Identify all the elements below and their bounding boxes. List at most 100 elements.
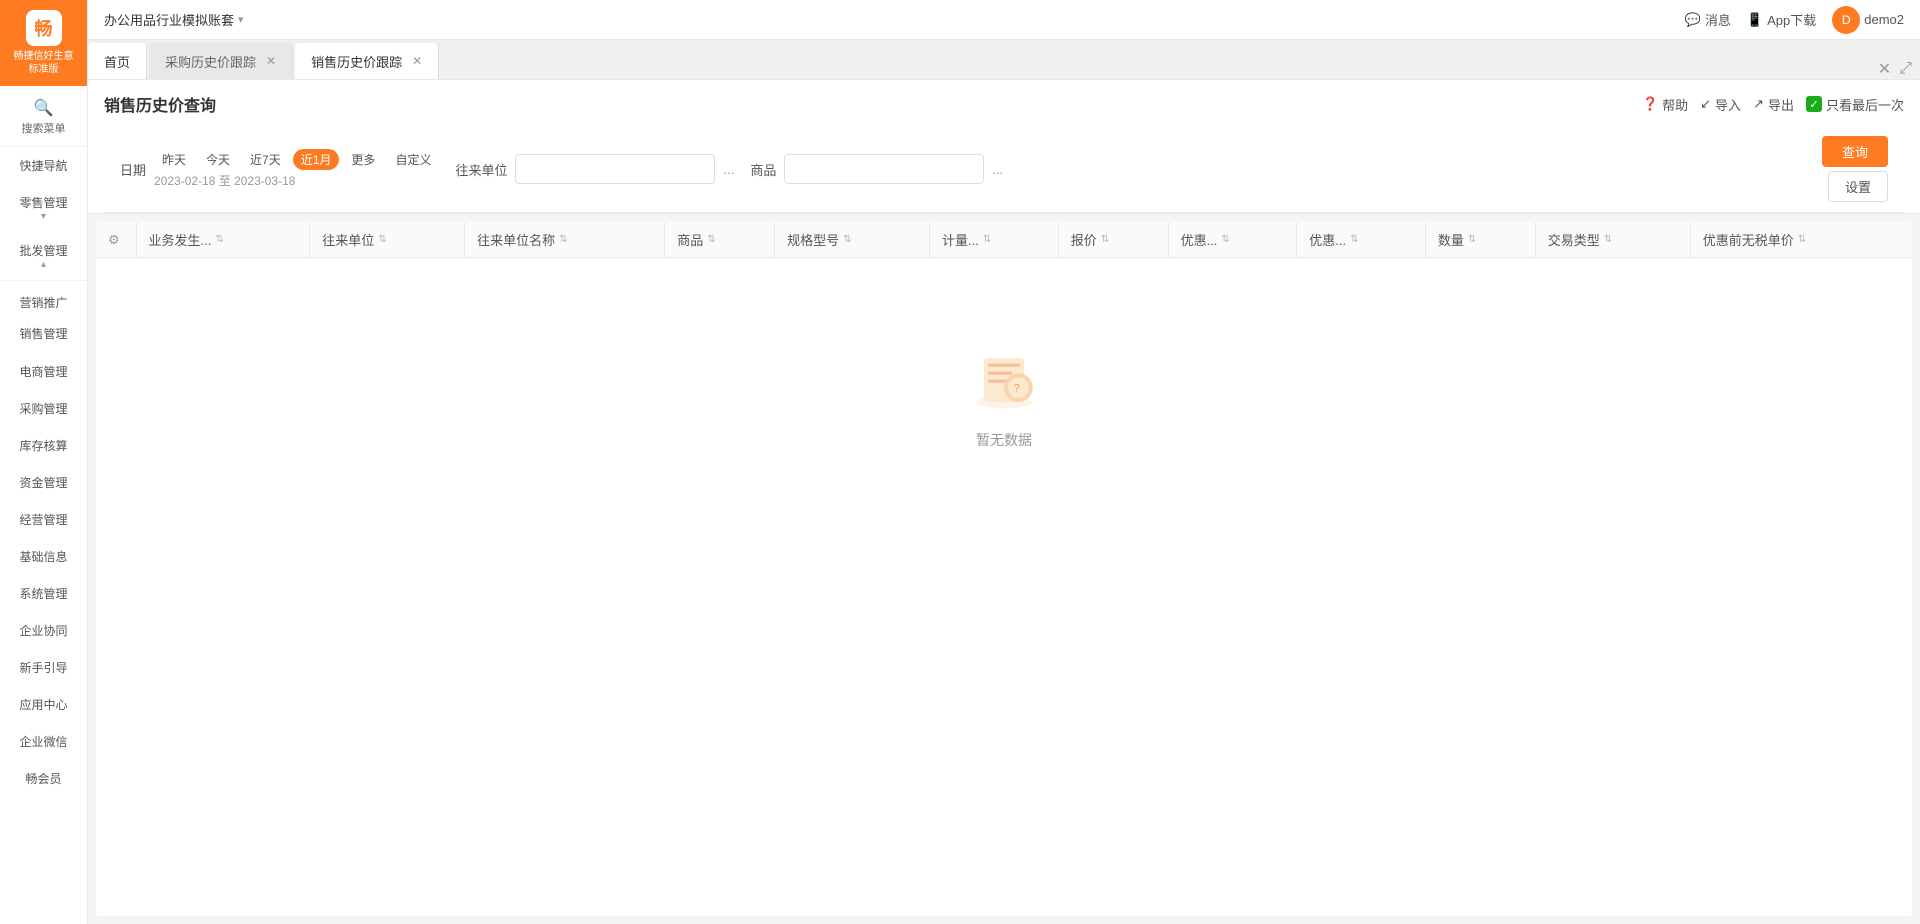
- tab-home[interactable]: 首页: [88, 43, 147, 79]
- checkbox-icon: ✓: [1806, 96, 1822, 112]
- help-button[interactable]: ❓ 帮助: [1642, 95, 1688, 114]
- col-from-unit-name: 往来单位名称 ⇅: [465, 222, 665, 258]
- sort-date-icon: ⇅: [215, 234, 223, 245]
- data-table: ⚙ 业务发生... ⇅ 往来单位 ⇅: [96, 222, 1912, 258]
- empty-state-icon: ?: [964, 338, 1044, 418]
- tab-bar: 首页 采购历史价跟踪 ✕ 销售历史价跟踪 ✕ ✕ ⤢: [88, 40, 1920, 80]
- user-profile[interactable]: D demo2: [1832, 6, 1904, 34]
- from-unit-label: 往来单位: [455, 160, 507, 179]
- page-header: 销售历史价查询 ❓ 帮助 ↙ 导入 ↗ 导出 ✓: [88, 80, 1920, 214]
- sort-qty-icon: ⇅: [1468, 234, 1476, 245]
- sidebar-item-wechat[interactable]: 企业微信: [0, 723, 87, 760]
- sidebar-item-quick-nav[interactable]: 快捷导航: [0, 147, 87, 184]
- wholesale-arrow-icon: ▴: [41, 259, 46, 270]
- sidebar-search-item[interactable]: 🔍 搜索菜单: [0, 86, 87, 147]
- app-download-button[interactable]: 📱 App下载: [1747, 10, 1816, 29]
- sort-discount1-icon: ⇅: [1221, 234, 1229, 245]
- company-name: 办公用品行业模拟账套: [104, 10, 234, 29]
- date-options: 昨天 今天 近7天 近1月 更多 自定义: [154, 149, 439, 170]
- export-button[interactable]: ↗ 导出: [1753, 95, 1794, 114]
- export-icon: ↗: [1753, 96, 1764, 112]
- import-button[interactable]: ↙ 导入: [1700, 95, 1741, 114]
- username-label: demo2: [1864, 12, 1904, 27]
- logo-icon: 畅: [26, 10, 62, 46]
- table-settings-col: ⚙: [96, 222, 136, 258]
- date-option-custom[interactable]: 自定义: [387, 149, 439, 170]
- message-button[interactable]: 💬 消息: [1685, 10, 1731, 29]
- content-area: 销售历史价查询 ❓ 帮助 ↙ 导入 ↗ 导出 ✓: [88, 80, 1920, 924]
- only-last-checkbox[interactable]: ✓ 只看最后一次: [1806, 95, 1904, 114]
- sidebar-item-ecommerce[interactable]: 电商管理: [0, 353, 87, 390]
- sort-trade-type-icon: ⇅: [1604, 234, 1612, 245]
- empty-text: 暂无数据: [976, 430, 1032, 450]
- sidebar-item-sales-mgmt[interactable]: 销售管理: [8, 318, 79, 349]
- sidebar-item-collab[interactable]: 企业协同: [0, 612, 87, 649]
- goods-label: 商品: [750, 160, 776, 179]
- date-filter-group: 日期 昨天 今天 近7天 近1月 更多 自定义 2023-02-18 至 202…: [120, 149, 439, 189]
- goods-filter: 商品 ...: [750, 154, 1003, 184]
- message-icon: 💬: [1685, 12, 1701, 28]
- tab-purchase-close-icon[interactable]: ✕: [266, 54, 276, 68]
- sort-spec-icon: ⇅: [843, 234, 851, 245]
- tab-sales-history[interactable]: 销售历史价跟踪 ✕: [295, 43, 439, 79]
- fullscreen-icon[interactable]: ⤢: [1899, 60, 1912, 78]
- sidebar-item-retail-mgmt[interactable]: 零售管理 ▾: [0, 184, 87, 232]
- goods-dots-icon[interactable]: ...: [992, 162, 1003, 177]
- import-icon: ↙: [1700, 96, 1711, 112]
- sort-pre-discount-price-icon: ⇅: [1798, 234, 1806, 245]
- close-all-tabs-icon[interactable]: ✕: [1878, 59, 1891, 79]
- table-container: ⚙ 业务发生... ⇅ 往来单位 ⇅: [96, 222, 1912, 916]
- sidebar-item-app-center[interactable]: 应用中心: [0, 686, 87, 723]
- sidebar-quick-nav-group: 快捷导航 零售管理 ▾ 批发管理 ▴: [0, 147, 87, 281]
- date-option-7days[interactable]: 近7天: [242, 149, 289, 170]
- sidebar-search-label: 搜索菜单: [22, 120, 66, 136]
- col-goods: 商品 ⇅: [665, 222, 775, 258]
- company-selector[interactable]: 办公用品行业模拟账套 ▾: [104, 10, 244, 29]
- filter-bar: 日期 昨天 今天 近7天 近1月 更多 自定义 2023-02-18 至 202…: [104, 126, 1904, 213]
- date-option-today[interactable]: 今天: [198, 149, 238, 170]
- company-chevron-icon: ▾: [238, 13, 244, 26]
- date-label: 日期: [120, 160, 146, 179]
- col-from-unit: 往来单位 ⇅: [310, 222, 465, 258]
- sidebar-item-member[interactable]: 畅会员: [0, 760, 87, 797]
- col-discount1: 优惠... ⇅: [1168, 222, 1297, 258]
- filter-right-actions: 查询 设置: [1822, 136, 1888, 202]
- col-trade-type: 交易类型 ⇅: [1535, 222, 1690, 258]
- table-settings-icon[interactable]: ⚙: [108, 232, 120, 247]
- sort-goods-icon: ⇅: [707, 234, 715, 245]
- sidebar-item-inventory[interactable]: 库存核算: [0, 427, 87, 464]
- main-area: 办公用品行业模拟账套 ▾ 💬 消息 📱 App下载 D demo2 首页 采购历…: [88, 0, 1920, 924]
- col-unit: 计量... ⇅: [930, 222, 1059, 258]
- goods-input[interactable]: [784, 154, 984, 184]
- sidebar-item-system[interactable]: 系统管理: [0, 575, 87, 612]
- sort-unit-icon: ⇅: [983, 234, 991, 245]
- sidebar-item-operations[interactable]: 经营管理: [0, 501, 87, 538]
- sort-from-unit-name-icon: ⇅: [559, 234, 567, 245]
- settings-button[interactable]: 设置: [1828, 171, 1888, 202]
- date-option-1month[interactable]: 近1月: [293, 149, 340, 170]
- date-option-yesterday[interactable]: 昨天: [154, 149, 194, 170]
- query-button[interactable]: 查询: [1822, 136, 1888, 167]
- sidebar-item-purchase[interactable]: 采购管理: [0, 390, 87, 427]
- sort-from-unit-icon: ⇅: [378, 234, 386, 245]
- sidebar-logo[interactable]: 畅 畅捷信好生意 标准版: [0, 0, 87, 86]
- tab-sales-close-icon[interactable]: ✕: [412, 54, 422, 68]
- page-title-row: 销售历史价查询 ❓ 帮助 ↙ 导入 ↗ 导出 ✓: [104, 92, 1904, 116]
- col-discount2: 优惠... ⇅: [1297, 222, 1426, 258]
- sidebar-item-wholesale-mgmt[interactable]: 批发管理 ▴: [0, 232, 87, 280]
- page-title: 销售历史价查询: [104, 92, 216, 116]
- sidebar-item-finance[interactable]: 资金管理: [0, 464, 87, 501]
- sidebar-item-guide[interactable]: 新手引导: [0, 649, 87, 686]
- col-pre-discount-price: 优惠前无税单价 ⇅: [1690, 222, 1912, 258]
- table-header: ⚙ 业务发生... ⇅ 往来单位 ⇅: [96, 222, 1912, 258]
- wholesale-section: 营销推广 销售管理: [0, 281, 87, 353]
- sidebar-item-marketing[interactable]: 营销推广: [8, 287, 79, 318]
- sidebar-item-basic-info[interactable]: 基础信息: [0, 538, 87, 575]
- date-range-text: 2023-02-18 至 2023-03-18: [154, 172, 439, 189]
- date-option-more[interactable]: 更多: [343, 149, 383, 170]
- from-unit-input[interactable]: [515, 154, 715, 184]
- tab-purchase-label: 采购历史价跟踪: [165, 52, 256, 71]
- col-date: 业务发生... ⇅: [136, 222, 310, 258]
- from-unit-dots-icon[interactable]: ...: [723, 162, 734, 177]
- tab-purchase-history[interactable]: 采购历史价跟踪 ✕: [149, 43, 293, 79]
